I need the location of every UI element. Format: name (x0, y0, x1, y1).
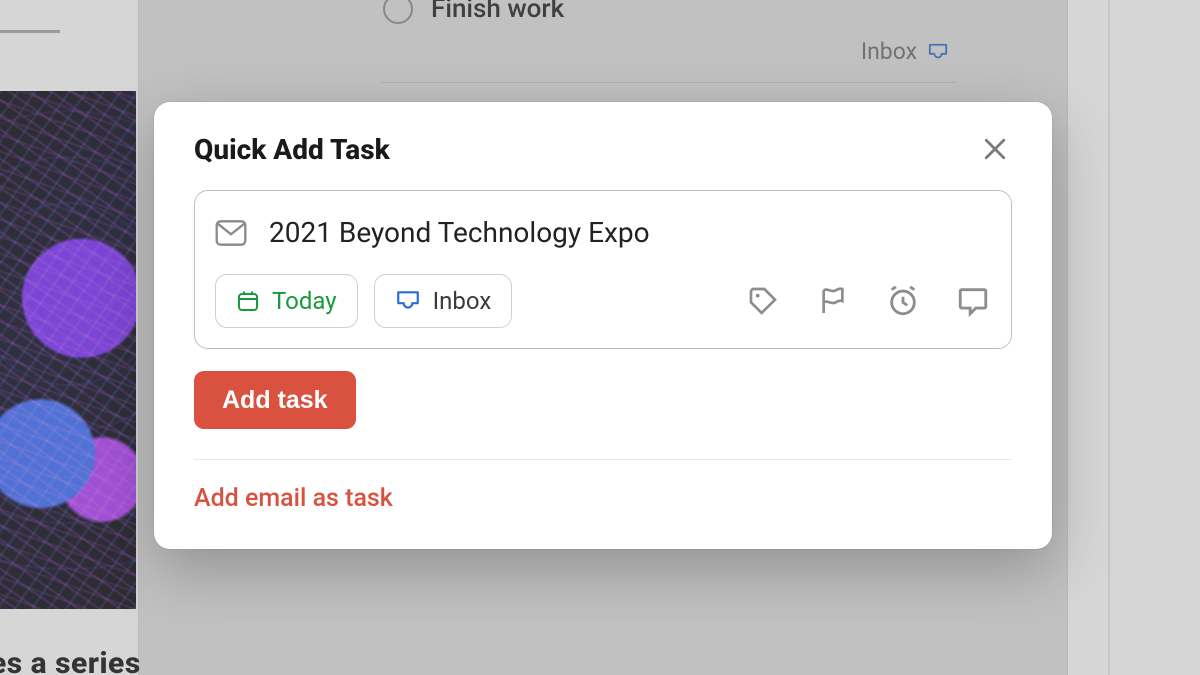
calendar-icon (236, 289, 260, 313)
modal-separator (194, 459, 1012, 460)
task-row[interactable]: Finish work (383, 0, 564, 24)
add-email-as-task-label: Add email as task (194, 484, 393, 513)
menu-stub (0, 0, 60, 33)
task-input-card: Today Inbox (194, 190, 1012, 349)
task-title: Finish work (431, 0, 564, 24)
quick-add-task-modal: Quick Add Task (154, 102, 1052, 549)
task-checkbox[interactable] (383, 0, 413, 24)
priority-button[interactable] (815, 283, 851, 319)
reminder-button[interactable] (885, 283, 921, 319)
tag-icon (747, 285, 779, 317)
mail-icon (215, 220, 247, 246)
close-icon (980, 134, 1010, 164)
flag-icon (817, 285, 849, 317)
right-divider (1108, 0, 1110, 675)
add-task-button[interactable]: Add task (194, 371, 356, 429)
add-task-button-label: Add task (222, 386, 328, 415)
article-headline-fragment: es a series (0, 646, 141, 675)
inbox-tray-icon (395, 289, 421, 313)
article-thumbnail (0, 88, 136, 612)
label-button[interactable] (745, 283, 781, 319)
project-badge[interactable]: Inbox (861, 38, 949, 65)
app-stage: Finish work Inbox es a series Quick Add … (0, 0, 1200, 675)
add-email-as-task-link[interactable]: Add email as task (194, 484, 393, 513)
project-chip-inbox[interactable]: Inbox (374, 274, 513, 328)
schedule-chip-label: Today (272, 287, 337, 315)
task-name-input[interactable] (267, 215, 991, 250)
task-separator (381, 82, 957, 83)
project-label: Inbox (861, 38, 917, 65)
alarm-icon (886, 284, 920, 318)
comment-button[interactable] (955, 283, 991, 319)
modal-title: Quick Add Task (194, 133, 390, 166)
close-button[interactable] (978, 132, 1012, 166)
schedule-chip-today[interactable]: Today (215, 274, 358, 328)
inbox-tray-icon (927, 42, 949, 62)
comment-icon (956, 285, 990, 317)
project-chip-label: Inbox (433, 287, 492, 315)
